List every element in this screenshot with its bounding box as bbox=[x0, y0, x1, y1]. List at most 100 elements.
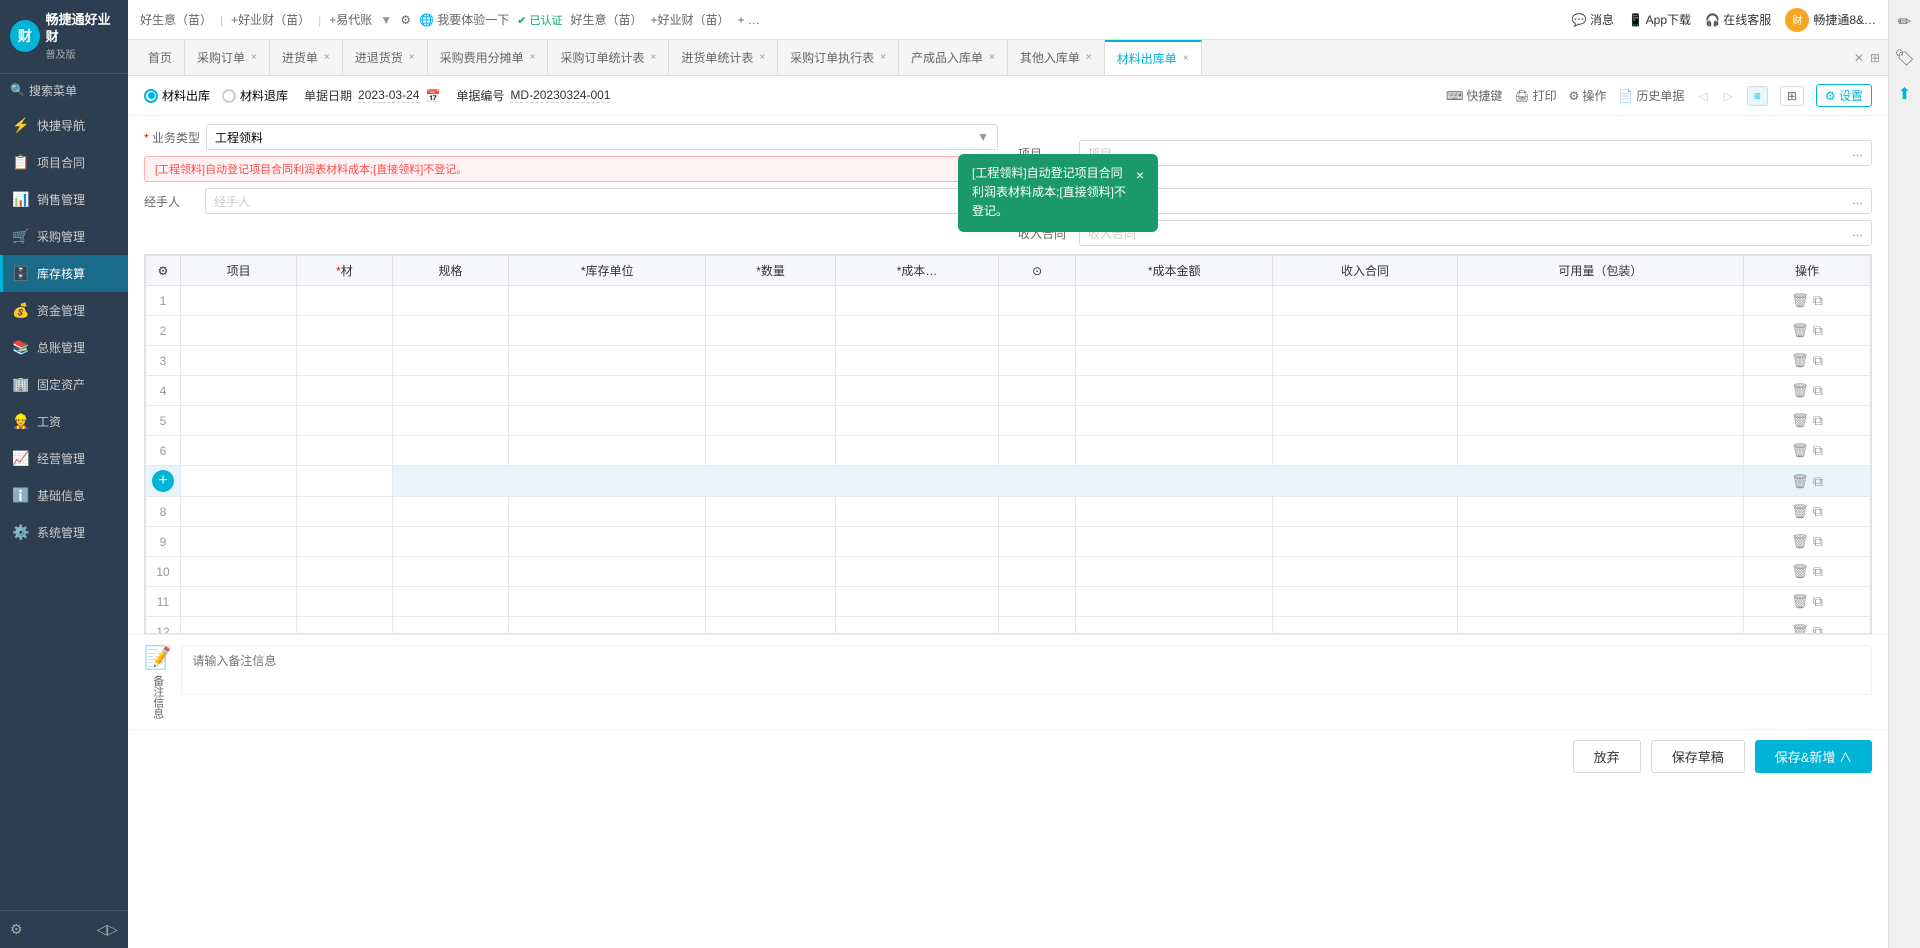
settings-footer-btn[interactable]: ⚙ bbox=[10, 921, 23, 938]
nav-good-biz2[interactable]: 好生意（苗） bbox=[571, 11, 643, 28]
radio-material-out[interactable]: 材料出库 bbox=[144, 87, 210, 104]
tooltip-close-btn[interactable]: × bbox=[1136, 164, 1144, 186]
nav-easy-agent[interactable]: +易代账 bbox=[329, 11, 372, 28]
tab-close-goods-stats[interactable]: × bbox=[759, 52, 765, 63]
copy-row-btn[interactable]: ⧉ bbox=[1813, 533, 1823, 550]
doc-value[interactable]: MD-20230324-001 bbox=[510, 88, 610, 103]
copy-row-btn[interactable]: ⧉ bbox=[1813, 442, 1823, 459]
sidebar-item-finance[interactable]: 💰 资金管理 bbox=[0, 292, 128, 329]
right-sidebar-export-btn[interactable]: ⬆ bbox=[1891, 80, 1919, 108]
nav-good-biz[interactable]: 好生意（苗） bbox=[140, 11, 212, 28]
copy-row-btn[interactable]: ⧉ bbox=[1813, 473, 1823, 490]
layout-grid-btn[interactable]: ⊞ bbox=[1780, 86, 1804, 106]
new-tab-btn[interactable]: ⊞ bbox=[1870, 51, 1880, 65]
settings-nav-btn[interactable]: ⚙ bbox=[400, 13, 411, 27]
delete-row-btn[interactable]: 🗑 bbox=[1791, 442, 1809, 459]
income-contract-input[interactable]: 收入合同 … bbox=[1079, 220, 1872, 246]
save-draft-button[interactable]: 保存草稿 bbox=[1651, 740, 1745, 773]
tab-close-other-storage[interactable]: × bbox=[1086, 52, 1092, 63]
project-input[interactable]: 项目 … bbox=[1079, 140, 1872, 166]
tab-close-goods-return[interactable]: × bbox=[409, 52, 415, 63]
user-avatar[interactable]: 财 畅捷通8&… bbox=[1785, 8, 1876, 32]
sidebar-item-purchase[interactable]: 🛒 采购管理 bbox=[0, 218, 128, 255]
delete-row-btn[interactable]: 🗑 bbox=[1791, 352, 1809, 369]
tab-purchase-expense[interactable]: 采购费用分摊单 × bbox=[428, 40, 549, 76]
copy-row-btn[interactable]: ⧉ bbox=[1813, 412, 1823, 429]
tab-close-order-exec[interactable]: × bbox=[880, 52, 886, 63]
nav-good-finance2[interactable]: +好业财（苗） bbox=[651, 11, 730, 28]
tab-product-storage[interactable]: 产成品入库单 × bbox=[899, 40, 1008, 76]
sidebar-item-base-info[interactable]: ℹ️ 基础信息 bbox=[0, 477, 128, 514]
nav-more[interactable]: + … bbox=[738, 13, 760, 27]
tab-close-material-out[interactable]: × bbox=[1183, 53, 1189, 64]
message-btn[interactable]: 💬 消息 bbox=[1572, 11, 1614, 28]
tab-close-purchase-expense[interactable]: × bbox=[530, 52, 536, 63]
nav-good-finance[interactable]: +好业财（苗） bbox=[231, 11, 310, 28]
add-row-btn[interactable]: + bbox=[152, 470, 174, 492]
delete-row-btn[interactable]: 🗑 bbox=[1791, 623, 1809, 634]
delete-row-btn[interactable]: 🗑 bbox=[1791, 593, 1809, 610]
tab-goods-stats[interactable]: 进货单统计表 × bbox=[669, 40, 778, 76]
nav-experience[interactable]: 🌐 我要体验一下 bbox=[419, 11, 509, 28]
copy-row-btn[interactable]: ⧉ bbox=[1813, 503, 1823, 520]
abandon-button[interactable]: 放弃 bbox=[1573, 740, 1641, 773]
tab-other-storage[interactable]: 其他入库单 × bbox=[1008, 40, 1105, 76]
date-value[interactable]: 2023-03-24 bbox=[358, 88, 419, 103]
delete-row-btn[interactable]: 🗑 bbox=[1791, 412, 1809, 429]
tab-close-purchase-order[interactable]: × bbox=[251, 52, 257, 63]
delete-row-btn[interactable]: 🗑 bbox=[1791, 473, 1809, 490]
operation-btn[interactable]: ⚙ 操作 bbox=[1569, 87, 1607, 104]
copy-row-btn[interactable]: ⧉ bbox=[1813, 623, 1823, 634]
sidebar-item-operations[interactable]: 📈 经营管理 bbox=[0, 440, 128, 477]
sidebar-item-search[interactable]: 🔍 搜索菜单 bbox=[0, 74, 128, 107]
business-type-select[interactable]: 工程领料 ▼ bbox=[206, 124, 998, 150]
col-cost-info-header[interactable]: ⊙ bbox=[999, 256, 1076, 286]
col-settings-header[interactable]: ⚙ bbox=[146, 256, 181, 286]
sidebar-item-assets[interactable]: 🏢 固定资产 bbox=[0, 366, 128, 403]
sidebar-item-system[interactable]: ⚙️ 系统管理 bbox=[0, 514, 128, 551]
sidebar-item-quick-nav[interactable]: ⚡ 快捷导航 bbox=[0, 107, 128, 144]
save-new-button[interactable]: 保存&新增 ∧ bbox=[1755, 740, 1872, 773]
copy-row-btn[interactable]: ⧉ bbox=[1813, 382, 1823, 399]
handler-input[interactable]: 经手人 … bbox=[205, 188, 998, 214]
delete-row-btn[interactable]: 🗑 bbox=[1791, 322, 1809, 339]
online-service-btn[interactable]: 🎧 在线客服 bbox=[1705, 11, 1771, 28]
tab-order-exec[interactable]: 采购订单执行表 × bbox=[778, 40, 899, 76]
delete-row-btn[interactable]: 🗑 bbox=[1791, 292, 1809, 309]
notes-input[interactable] bbox=[181, 645, 1872, 695]
sidebar-item-ledger[interactable]: 📚 总账管理 bbox=[0, 329, 128, 366]
tab-purchase-order[interactable]: 采购订单 × bbox=[185, 40, 270, 76]
close-tab-btn[interactable]: ✕ bbox=[1854, 51, 1864, 65]
prev-record-btn[interactable]: ▷ bbox=[1724, 89, 1733, 103]
right-sidebar-tag-btn[interactable]: 🏷 bbox=[1891, 44, 1919, 72]
radio-material-return[interactable]: 材料退库 bbox=[222, 87, 288, 104]
delete-row-btn[interactable]: 🗑 bbox=[1791, 533, 1809, 550]
delete-row-btn[interactable]: 🗑 bbox=[1791, 382, 1809, 399]
layout-list-btn[interactable]: ≡ bbox=[1747, 86, 1768, 106]
warehouse-dots-btn[interactable]: … bbox=[1852, 195, 1863, 207]
sidebar-item-salary[interactable]: 👷 工资 bbox=[0, 403, 128, 440]
settings-right-btn[interactable]: ⚙ 设置 bbox=[1816, 84, 1872, 107]
tab-close-product-storage[interactable]: × bbox=[989, 52, 995, 63]
app-download-btn[interactable]: 📱 App下载 bbox=[1628, 11, 1691, 28]
calendar-icon[interactable]: 📅 bbox=[425, 89, 440, 103]
print-btn[interactable]: 🖨 打印 bbox=[1514, 87, 1556, 104]
sidebar-item-inventory[interactable]: 🗄️ 库存核算 bbox=[0, 255, 128, 292]
copy-row-btn[interactable]: ⧉ bbox=[1813, 563, 1823, 580]
history-btn[interactable]: 📄 历史单据 bbox=[1618, 87, 1684, 104]
tab-close-purchase-stats[interactable]: × bbox=[650, 52, 656, 63]
sidebar-item-project[interactable]: 📋 项目合同 bbox=[0, 144, 128, 181]
tab-goods-receipt[interactable]: 进货单 × bbox=[270, 40, 343, 76]
tab-purchase-stats[interactable]: 采购订单统计表 × bbox=[548, 40, 669, 76]
copy-row-btn[interactable]: ⧉ bbox=[1813, 352, 1823, 369]
copy-row-btn[interactable]: ⧉ bbox=[1813, 292, 1823, 309]
tab-material-out[interactable]: 材料出库单 × bbox=[1105, 40, 1202, 76]
tab-close-goods-receipt[interactable]: × bbox=[324, 52, 330, 63]
shortcut-btn[interactable]: ⌨ 快捷键 bbox=[1446, 87, 1502, 104]
copy-row-btn[interactable]: ⧉ bbox=[1813, 322, 1823, 339]
nav-dropdown[interactable]: ▼ bbox=[380, 13, 392, 27]
delete-row-btn[interactable]: 🗑 bbox=[1791, 503, 1809, 520]
warehouse-input[interactable]: 仓库 … bbox=[1081, 188, 1872, 214]
income-contract-dots-btn[interactable]: … bbox=[1852, 227, 1863, 239]
project-dots-btn[interactable]: … bbox=[1852, 147, 1863, 159]
